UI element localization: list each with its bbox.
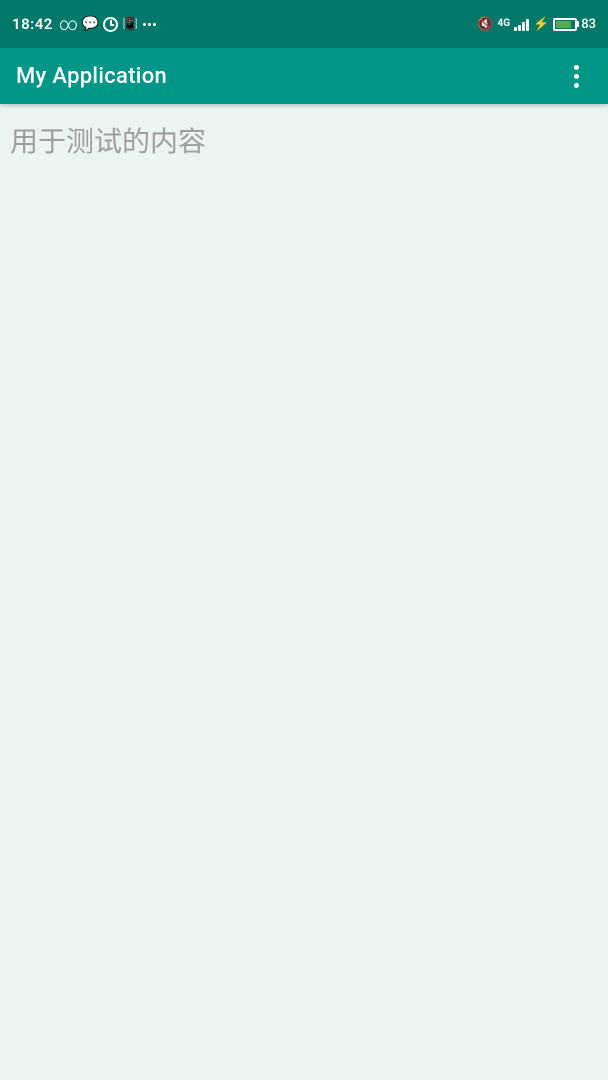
status-time: 18:42 bbox=[12, 15, 53, 33]
status-icons: ∞ 💬 📳 bbox=[59, 14, 156, 35]
clock-icon bbox=[103, 17, 118, 32]
overflow-dots-icon bbox=[143, 23, 156, 26]
status-bar-right: 🔇 4G ⚡ 83 bbox=[477, 17, 596, 32]
network-4g-label: 4G bbox=[497, 19, 510, 29]
charging-icon: ⚡ bbox=[533, 17, 549, 32]
status-bar-left: 18:42 ∞ 💬 📳 bbox=[12, 14, 156, 35]
body-text: 用于测试的内容 bbox=[10, 125, 206, 158]
menu-dot-3 bbox=[574, 83, 579, 88]
battery-icon: 83 bbox=[553, 17, 596, 32]
menu-dot-1 bbox=[574, 65, 579, 70]
mute-icon: 🔇 bbox=[477, 17, 493, 32]
menu-dot-2 bbox=[574, 74, 579, 79]
signal-strength-icon bbox=[514, 17, 529, 31]
battery-fill bbox=[556, 21, 570, 28]
app-title: My Application bbox=[16, 64, 167, 89]
battery-percent: 83 bbox=[581, 17, 596, 32]
battery-body bbox=[553, 18, 577, 31]
app-toolbar: My Application bbox=[0, 48, 608, 104]
infinity-icon: ∞ bbox=[59, 14, 78, 35]
main-content: 用于测试的内容 bbox=[0, 104, 608, 176]
phone-vibrate-icon: 📳 bbox=[122, 17, 138, 32]
more-options-button[interactable] bbox=[560, 60, 592, 92]
chat-icon: 💬 bbox=[82, 16, 99, 32]
status-bar: 18:42 ∞ 💬 📳 🔇 4G ⚡ bbox=[0, 0, 608, 48]
